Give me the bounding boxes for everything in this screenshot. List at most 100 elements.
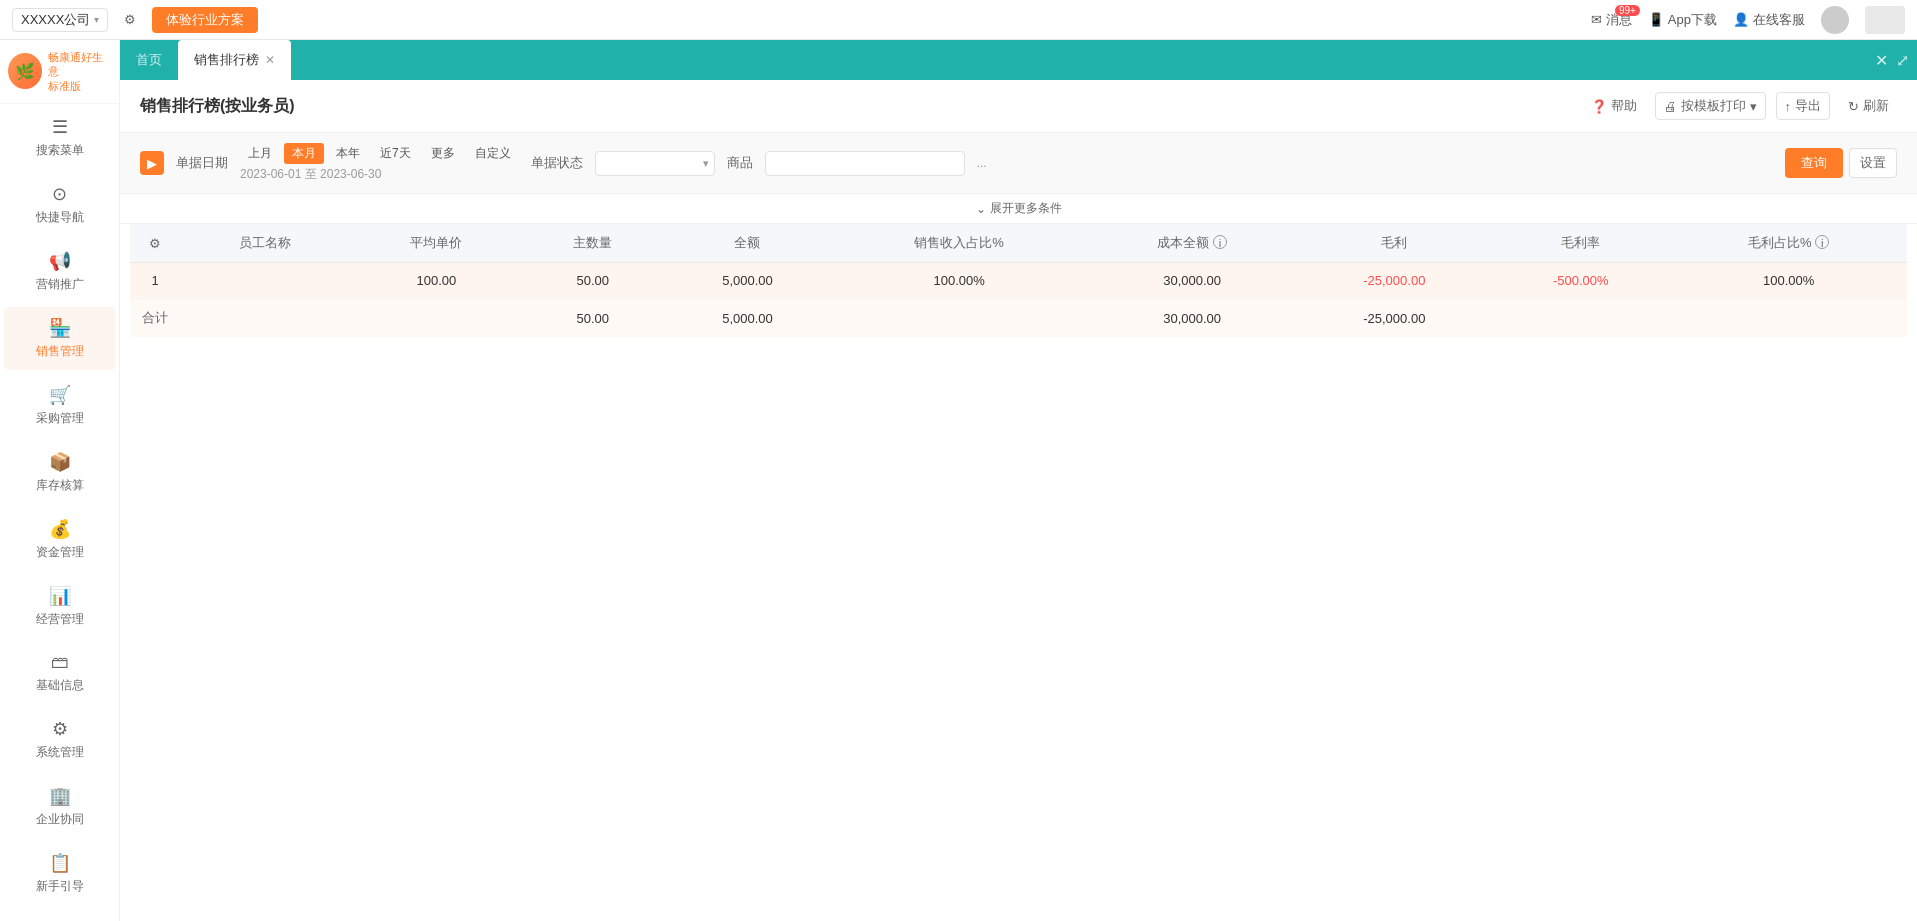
footer-row: 合计 50.00 5,000.00 30,000.00 -25,000.00 [130,299,1907,338]
filter-bar: ▶ 单据日期 上月 本月 本年 近7天 更多 自定义 [120,133,1917,194]
message-badge: 99+ [1615,5,1640,16]
footer-gross-pct [1670,299,1907,338]
filter-action-btns: 查询 设置 [1785,148,1897,178]
date-label: 单据日期 [176,154,228,172]
status-label: 单据状态 [531,154,583,172]
col-gross-rate: 毛利率 [1491,224,1670,263]
tab-sales-rank-label: 销售排行榜 [194,51,259,69]
sidebar-logo: 🌿 畅康通好生意 标准版 [0,40,119,104]
sidebar-item-label: 库存核算 [36,477,84,494]
sidebar-item-label: 企业协同 [36,811,84,828]
online-service-btn[interactable]: 👤 在线客服 [1733,11,1805,29]
sidebar-item-system[interactable]: ⚙ 系统管理 [4,708,115,771]
sidebar-item-label: 新手引导 [36,878,84,895]
gross-pct-info-icon[interactable]: i [1815,235,1829,249]
sidebar-item-label: 基础信息 [36,677,84,694]
sidebar: 🌿 畅康通好生意 标准版 ☰ 搜索菜单 ⊙ 快捷导航 📢 营销推广 🏪 销售管理… [0,40,120,921]
tab-close-window-icon[interactable]: ✕ [1875,51,1888,70]
goods-input[interactable] [765,151,965,176]
cell-gross: -25,000.00 [1297,263,1491,299]
goods-more-btn[interactable]: ... [977,156,987,170]
avatar[interactable] [1821,6,1849,34]
enterprise-icon: 🏢 [49,785,71,807]
system-icon: ⚙ [52,718,68,740]
tab-close-icon[interactable]: ✕ [265,53,275,67]
table-row: 1 100.00 50.00 5,000.00 100.00% 30,000.0… [130,263,1907,299]
guide-icon: 📋 [49,852,71,874]
cell-employee [180,263,351,299]
tab-restore-icon[interactable]: ⤢ [1896,51,1909,70]
date-btn-custom[interactable]: 自定义 [467,143,519,164]
sidebar-item-operations[interactable]: 📊 经营管理 [4,575,115,638]
table-wrap: ⚙ 员工名称 平均单价 主数量 全额 销售收入占比% 成本全额 i 毛利 毛利率… [120,224,1917,337]
page-header: 销售排行榜(按业务员) ❓ 帮助 🖨 按模板打印 ▾ ↑ [120,80,1917,133]
finance-icon: 💰 [49,518,71,540]
date-btn-last-month[interactable]: 上月 [240,143,280,164]
sidebar-item-basic-info[interactable]: 🗃 基础信息 [4,642,115,704]
message-btn[interactable]: ✉ 消息 99+ [1591,11,1632,29]
date-btn-more[interactable]: 更多 [423,143,463,164]
sidebar-item-app-center[interactable]: 🖥 应用中心 [4,909,115,921]
cell-qty: 50.00 [522,263,664,299]
footer-gross-rate [1491,299,1670,338]
sidebar-item-quick-nav[interactable]: ⊙ 快捷导航 [4,173,115,236]
trial-button[interactable]: 体验行业方案 [152,7,258,33]
sidebar-item-inventory[interactable]: 📦 库存核算 [4,441,115,504]
col-settings[interactable]: ⚙ [130,224,180,263]
sidebar-item-guide[interactable]: 📋 新手引导 [4,842,115,905]
sidebar-item-purchase-mgmt[interactable]: 🛒 采购管理 [4,374,115,437]
user-menu[interactable] [1865,6,1905,34]
filter-collapse-btn[interactable]: ▶ [140,151,164,175]
top-right-area: ✉ 消息 99+ 📱 App下载 👤 在线客服 [1591,6,1905,34]
print-icon: 🖨 [1664,99,1677,114]
col-avg-price: 平均单价 [351,224,522,263]
footer-label: 合计 [130,299,351,338]
refresh-button[interactable]: ↻ 刷新 [1840,93,1897,119]
sidebar-item-label: 系统管理 [36,744,84,761]
export-icon: ↑ [1785,99,1792,114]
footer-gross: -25,000.00 [1297,299,1491,338]
date-btn-this-month[interactable]: 本月 [284,143,324,164]
sidebar-item-marketing[interactable]: 📢 营销推广 [4,240,115,303]
date-btn-this-year[interactable]: 本年 [328,143,368,164]
sidebar-item-search-order[interactable]: ☰ 搜索菜单 [4,106,115,169]
sidebar-item-label: 资金管理 [36,544,84,561]
sidebar-item-sales-mgmt[interactable]: 🏪 销售管理 [4,307,115,370]
date-range: 2023-06-01 至 2023-06-30 [240,166,519,183]
col-employee: 员工名称 [180,224,351,263]
tab-bar-actions: ✕ ⤢ [1875,51,1917,70]
company-selector[interactable]: XXXXX公司 ▾ [12,8,108,32]
tab-sales-rank[interactable]: 销售排行榜 ✕ [178,40,291,80]
sidebar-item-enterprise[interactable]: 🏢 企业协同 [4,775,115,838]
cost-info-icon[interactable]: i [1213,235,1227,249]
date-filter: 上月 本月 本年 近7天 更多 自定义 2023-06-01 至 2023-06… [240,143,519,183]
operations-icon: 📊 [49,585,71,607]
expand-conditions-btn[interactable]: ⌄ 展开更多条件 [976,200,1062,217]
page-actions: ❓ 帮助 🖨 按模板打印 ▾ ↑ 导出 ↻ [1583,92,1898,120]
chevron-down-icon: ▾ [94,14,99,25]
tab-home[interactable]: 首页 [120,40,178,80]
footer-qty: 50.00 [522,299,664,338]
refresh-icon: ↻ [1848,99,1859,114]
cell-rank: 1 [130,263,180,299]
print-button[interactable]: 🖨 按模板打印 ▾ [1655,92,1766,120]
settings-icon[interactable]: ⚙ [116,6,144,34]
cell-gross-rate: -500.00% [1491,263,1670,299]
table-settings-button[interactable]: 设置 [1849,148,1897,178]
data-table: ⚙ 员工名称 平均单价 主数量 全额 销售收入占比% 成本全额 i 毛利 毛利率… [130,224,1907,337]
table-footer: 合计 50.00 5,000.00 30,000.00 -25,000.00 [130,299,1907,338]
page-content: 销售排行榜(按业务员) ❓ 帮助 🖨 按模板打印 ▾ ↑ [120,80,1917,921]
app-download-btn[interactable]: 📱 App下载 [1648,11,1717,29]
page-title: 销售排行榜(按业务员) [140,96,295,117]
sidebar-item-finance[interactable]: 💰 资金管理 [4,508,115,571]
help-button[interactable]: ❓ 帮助 [1583,93,1645,119]
export-button[interactable]: ↑ 导出 [1776,92,1831,120]
basic-info-icon: 🗃 [51,652,69,673]
tab-bar: 首页 销售排行榜 ✕ ✕ ⤢ [120,40,1917,80]
col-gross-pct: 毛利占比% i [1670,224,1907,263]
query-button[interactable]: 查询 [1785,148,1843,178]
status-select[interactable] [595,151,715,176]
date-buttons: 上月 本月 本年 近7天 更多 自定义 [240,143,519,164]
cell-amount: 5,000.00 [664,263,832,299]
date-btn-7days[interactable]: 近7天 [372,143,419,164]
